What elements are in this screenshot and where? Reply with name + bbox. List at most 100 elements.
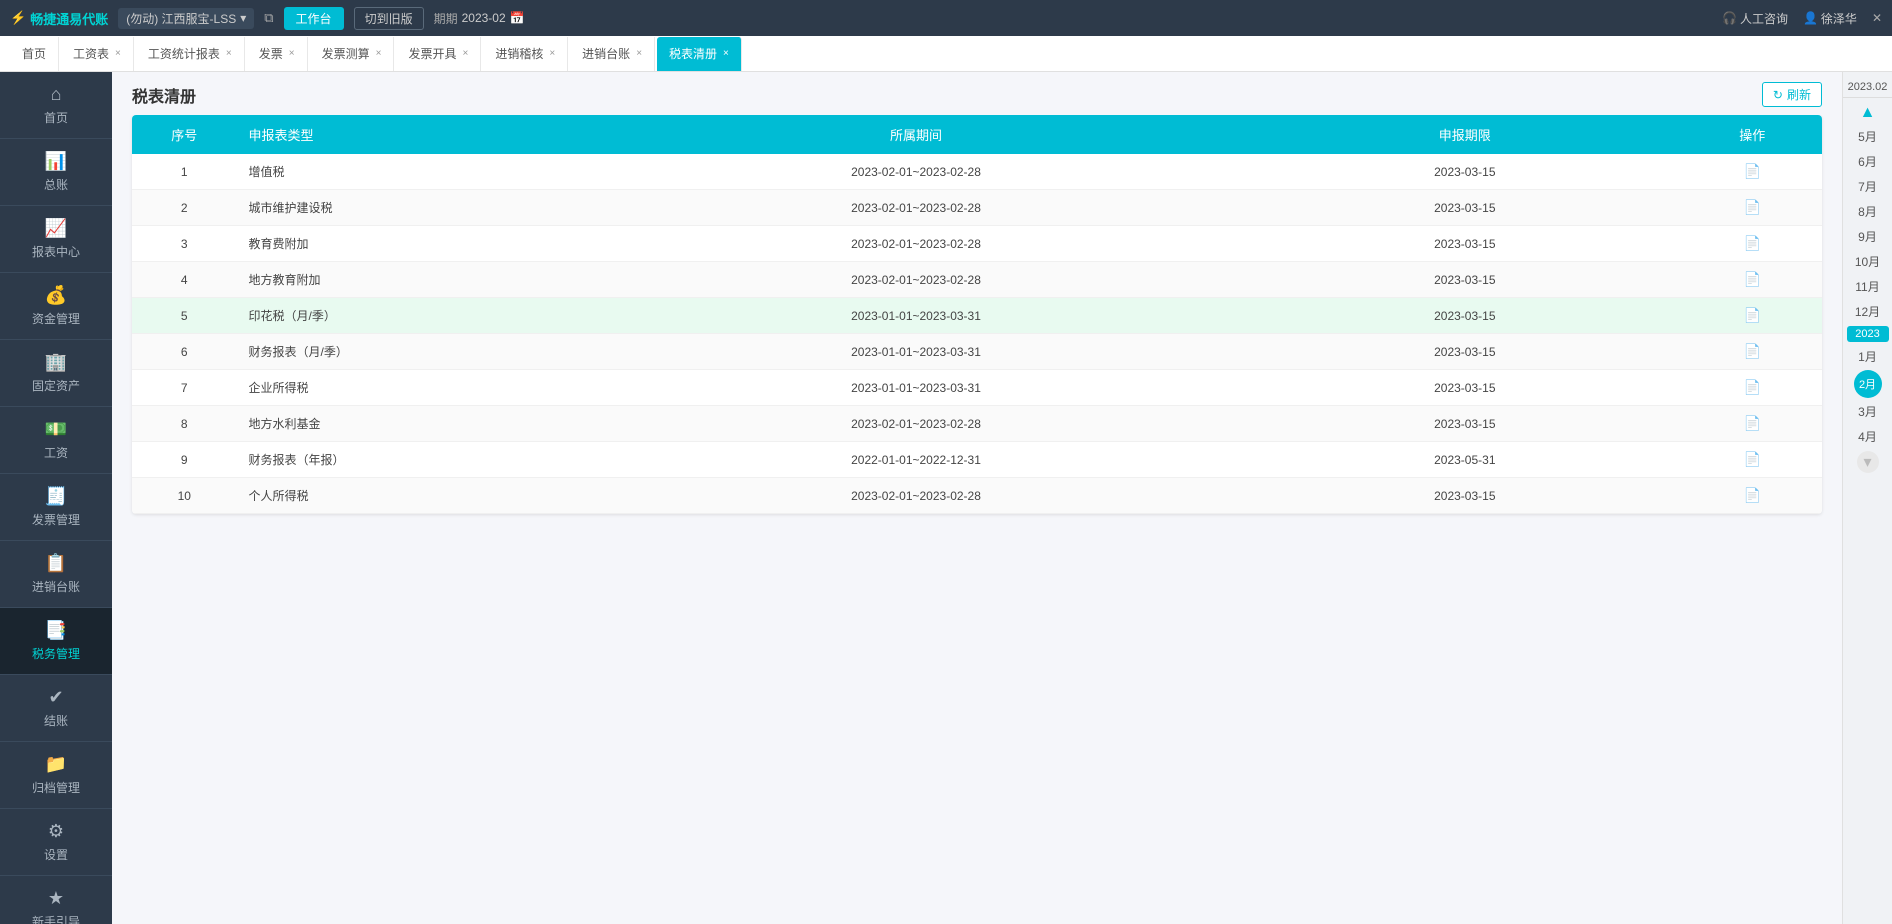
tab-invoice-issue-close[interactable]: × xyxy=(462,37,468,71)
tab-purchase-sales-ledger[interactable]: 进销台账 × xyxy=(570,37,655,71)
tab-purchase-sales-ledger-close[interactable]: × xyxy=(636,37,642,71)
human-consult-link[interactable]: 🎧 人工咨询 xyxy=(1722,10,1788,27)
tab-purchase-sales-check-close[interactable]: × xyxy=(549,37,555,71)
refresh-button[interactable]: ↻ 刷新 xyxy=(1762,82,1822,107)
calendar-icon[interactable]: 📅 xyxy=(510,11,525,25)
sidebar-item-ps-ledger[interactable]: 📋 进销台账 xyxy=(0,541,112,608)
funds-icon: 💰 xyxy=(45,285,67,306)
cell-deadline: 2023-05-31 xyxy=(1247,442,1683,478)
sidebar-item-guide-label: 新手引导 xyxy=(32,913,80,924)
action-icon[interactable]: 📄 xyxy=(1744,343,1761,359)
month-5[interactable]: 5月 xyxy=(1847,124,1889,149)
tab-tax-register[interactable]: 税表清册 × xyxy=(657,37,742,71)
sidebar-item-reports[interactable]: 📈 报表中心 xyxy=(0,206,112,273)
table-row: 4 地方教育附加 2023-02-01~2023-02-28 2023-03-1… xyxy=(132,262,1822,298)
workbench-button[interactable]: 工作台 xyxy=(284,7,344,30)
month-10[interactable]: 10月 xyxy=(1847,249,1889,274)
table-area: 序号 申报表类型 所属期间 申报期限 操作 1 增值税 2023-02-01~2… xyxy=(112,115,1842,924)
cell-action[interactable]: 📄 xyxy=(1683,190,1822,226)
sidebar-item-fixed-assets[interactable]: 🏢 固定资产 xyxy=(0,340,112,407)
refresh-label: 刷新 xyxy=(1787,86,1811,103)
tab-invoice-issue[interactable]: 发票开具 × xyxy=(396,37,481,71)
tab-tax-register-close[interactable]: × xyxy=(723,37,729,71)
table-row: 6 财务报表（月/季） 2023-01-01~2023-03-31 2023-0… xyxy=(132,334,1822,370)
cell-seq: 9 xyxy=(132,442,237,478)
month-8[interactable]: 8月 xyxy=(1847,199,1889,224)
table-row: 7 企业所得税 2023-01-01~2023-03-31 2023-03-15… xyxy=(132,370,1822,406)
sidebar-item-tax-mgmt[interactable]: 📑 税务管理 xyxy=(0,608,112,675)
logo-icon: ⚡ xyxy=(10,10,26,26)
close-accounts-icon: ✔ xyxy=(48,687,63,708)
action-icon[interactable]: 📄 xyxy=(1744,451,1761,467)
cell-action[interactable]: 📄 xyxy=(1683,406,1822,442)
action-icon[interactable]: 📄 xyxy=(1744,415,1761,431)
tab-home-label: 首页 xyxy=(22,37,46,71)
action-icon[interactable]: 📄 xyxy=(1744,271,1761,287)
tab-invoice[interactable]: 发票 × xyxy=(247,37,308,71)
right-panel: 2023.02 ▲ 5月 6月 7月 8月 9月 10月 11月 12月 202… xyxy=(1842,72,1892,924)
sidebar-item-funds[interactable]: 💰 资金管理 xyxy=(0,273,112,340)
table-row: 1 增值税 2023-02-01~2023-02-28 2023-03-15 📄 xyxy=(132,154,1822,190)
tab-purchase-sales-ledger-label: 进销台账 xyxy=(582,37,630,71)
sidebar-item-close-accounts[interactable]: ✔ 结账 xyxy=(0,675,112,742)
action-icon[interactable]: 📄 xyxy=(1744,379,1761,395)
month-2-active[interactable]: 2月 xyxy=(1854,370,1882,398)
tax-mgmt-icon: 📑 xyxy=(45,620,67,641)
cell-action[interactable]: 📄 xyxy=(1683,154,1822,190)
scroll-up-button[interactable]: ▲ xyxy=(1858,102,1878,124)
month-3[interactable]: 3月 xyxy=(1847,399,1889,424)
sidebar-item-funds-label: 资金管理 xyxy=(32,310,80,327)
sidebar-item-archive[interactable]: 📁 归档管理 xyxy=(0,742,112,809)
tab-invoice-close[interactable]: × xyxy=(289,37,295,71)
month-4[interactable]: 4月 xyxy=(1847,424,1889,449)
cell-deadline: 2023-03-15 xyxy=(1247,298,1683,334)
company-selector[interactable]: (勿动) 江西服宝-LSS ▾ xyxy=(118,8,254,29)
action-icon[interactable]: 📄 xyxy=(1744,487,1761,503)
copy-icon[interactable]: ⧉ xyxy=(264,10,273,26)
tab-payroll-stats[interactable]: 工资统计报表 × xyxy=(136,37,245,71)
tab-payroll-stats-close[interactable]: × xyxy=(226,37,232,71)
cell-deadline: 2023-03-15 xyxy=(1247,334,1683,370)
month-6[interactable]: 6月 xyxy=(1847,149,1889,174)
sidebar-item-salary[interactable]: 💵 工资 xyxy=(0,407,112,474)
year-2023-label[interactable]: 2023 xyxy=(1847,326,1889,342)
action-icon[interactable]: 📄 xyxy=(1744,307,1761,323)
action-icon[interactable]: 📄 xyxy=(1744,199,1761,215)
home-icon: ⌂ xyxy=(51,84,62,105)
tab-invoice-calc-close[interactable]: × xyxy=(376,37,382,71)
tab-invoice-calc[interactable]: 发票测算 × xyxy=(310,37,395,71)
month-7[interactable]: 7月 xyxy=(1847,174,1889,199)
cell-action[interactable]: 📄 xyxy=(1683,262,1822,298)
tab-purchase-sales-check[interactable]: 进销稽核 × xyxy=(483,37,568,71)
sidebar-item-settings[interactable]: ⚙ 设置 xyxy=(0,809,112,876)
sidebar-item-ledger[interactable]: 📊 总账 xyxy=(0,139,112,206)
cell-action[interactable]: 📄 xyxy=(1683,334,1822,370)
cell-action[interactable]: 📄 xyxy=(1683,226,1822,262)
switch-old-button[interactable]: 切到旧版 xyxy=(354,7,424,30)
cell-type: 印花税（月/季） xyxy=(237,298,585,334)
month-11[interactable]: 11月 xyxy=(1847,274,1889,299)
sidebar-item-invoice-mgmt[interactable]: 🧾 发票管理 xyxy=(0,474,112,541)
month-9[interactable]: 9月 xyxy=(1847,224,1889,249)
user-icon: 👤 xyxy=(1803,11,1818,25)
app-logo: ⚡ 畅捷通易代账 xyxy=(10,9,108,28)
sidebar-item-invoice-mgmt-label: 发票管理 xyxy=(32,511,80,528)
cell-seq: 1 xyxy=(132,154,237,190)
cell-action[interactable]: 📄 xyxy=(1683,478,1822,514)
close-window-icon[interactable]: ✕ xyxy=(1872,11,1882,25)
tab-home[interactable]: 首页 xyxy=(10,37,59,71)
cell-action[interactable]: 📄 xyxy=(1683,370,1822,406)
tab-payroll[interactable]: 工资表 × xyxy=(61,37,134,71)
month-12[interactable]: 12月 xyxy=(1847,299,1889,324)
scroll-down-button[interactable]: ▾ xyxy=(1857,451,1879,473)
cell-type: 地方水利基金 xyxy=(237,406,585,442)
sidebar-item-guide[interactable]: ★ 新手引导 xyxy=(0,876,112,924)
user-profile[interactable]: 👤 徐泽华 xyxy=(1803,10,1857,27)
cell-action[interactable]: 📄 xyxy=(1683,298,1822,334)
cell-action[interactable]: 📄 xyxy=(1683,442,1822,478)
action-icon[interactable]: 📄 xyxy=(1744,163,1761,179)
action-icon[interactable]: 📄 xyxy=(1744,235,1761,251)
tab-payroll-close[interactable]: × xyxy=(115,37,121,71)
month-1[interactable]: 1月 xyxy=(1847,344,1889,369)
sidebar-item-home[interactable]: ⌂ 首页 xyxy=(0,72,112,139)
